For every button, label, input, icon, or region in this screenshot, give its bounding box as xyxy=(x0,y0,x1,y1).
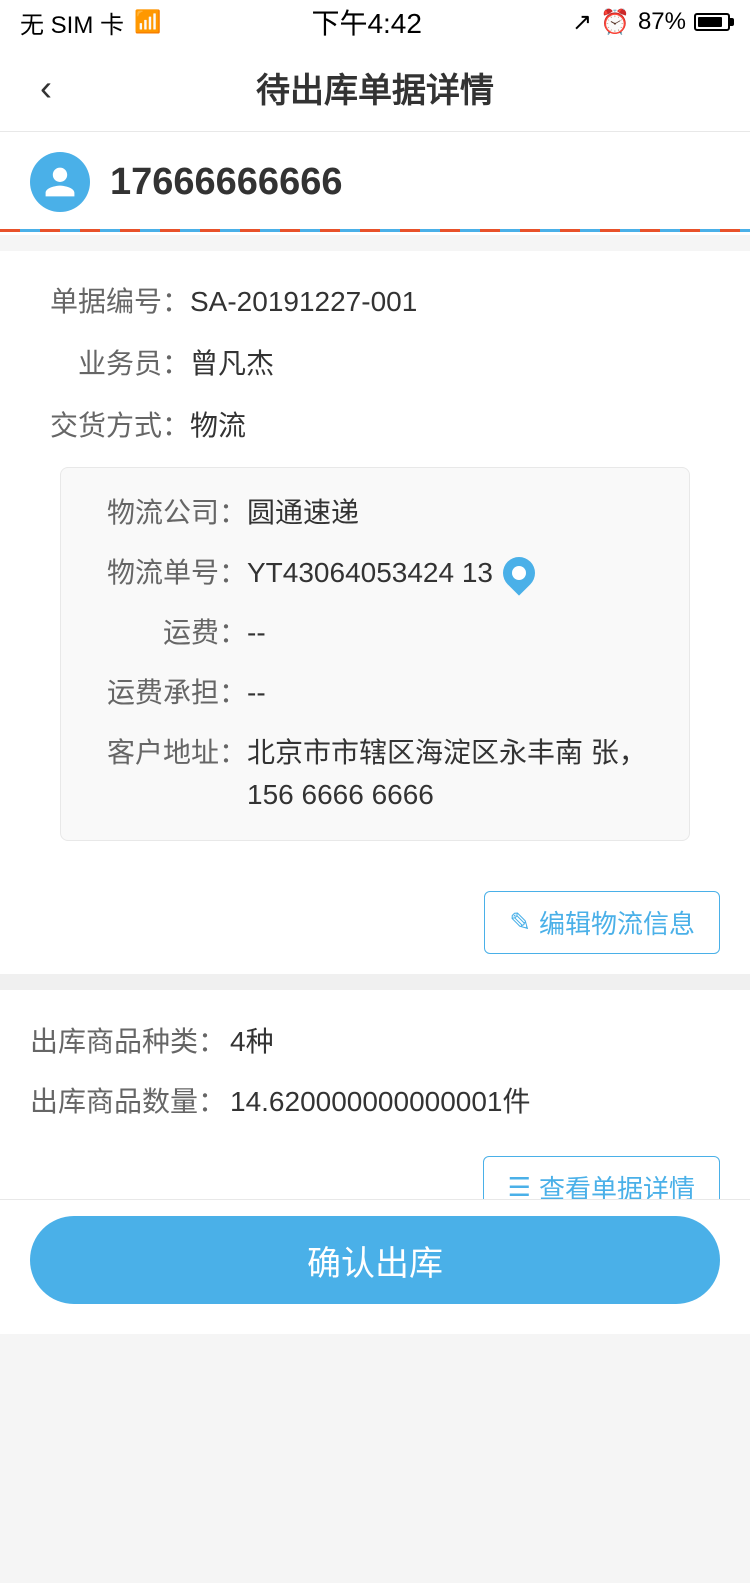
confirm-outbound-label: 确认出库 xyxy=(307,1236,443,1285)
page-title: 待出库单据详情 xyxy=(256,63,494,112)
edit-logistics-button[interactable]: ✎ 编辑物流信息 xyxy=(484,891,720,954)
address-label: 客户地址： xyxy=(87,732,247,774)
status-left: 无 SIM 卡 📶 xyxy=(20,5,161,40)
location-arrow-icon: ↗ xyxy=(572,8,592,37)
goods-quantity-value: 14.620000000000001件 xyxy=(230,1080,531,1120)
edit-logistics-label: 编辑物流信息 xyxy=(539,904,695,941)
separator-1 xyxy=(0,974,750,990)
order-no-value: SA-20191227-001 xyxy=(190,281,720,323)
status-bar: 无 SIM 卡 📶 下午4:42 ↗ ⏰ 87% xyxy=(0,0,750,44)
customer-header: 17666666666 xyxy=(0,132,750,235)
customer-phone: 17666666666 xyxy=(110,161,342,204)
clock-icon: ⏰ xyxy=(600,8,630,37)
logistics-company-label: 物流公司： xyxy=(87,492,247,534)
freight-row: 运费： -- xyxy=(87,612,663,654)
goods-section: 出库商品种类： 4种 出库商品数量： 14.620000000000001件 xyxy=(0,990,750,1140)
freight-label: 运费： xyxy=(87,612,247,654)
freight-value: -- xyxy=(247,612,663,654)
salesman-label: 业务员： xyxy=(30,343,190,385)
avatar xyxy=(30,152,90,212)
order-info-section: 单据编号： SA-20191227-001 业务员： 曾凡杰 交货方式： 物流 … xyxy=(0,251,750,871)
battery-percent: 87% xyxy=(638,8,686,36)
freight-bear-row: 运费承担： -- xyxy=(87,672,663,714)
delivery-label: 交货方式： xyxy=(30,405,190,447)
goods-types-value: 4种 xyxy=(230,1020,274,1060)
tracking-row: 物流单号： YT43064053424 13 xyxy=(87,552,663,594)
tracking-label: 物流单号： xyxy=(87,552,247,594)
wifi-icon: 📶 xyxy=(134,9,161,35)
freight-bear-label: 运费承担： xyxy=(87,672,247,714)
person-icon xyxy=(42,164,78,200)
freight-bear-value: -- xyxy=(247,672,663,714)
tracking-location-icon[interactable] xyxy=(496,550,541,595)
salesman-value: 曾凡杰 xyxy=(190,343,720,385)
bottom-action-area: 确认出库 xyxy=(0,1199,750,1334)
back-button[interactable]: ‹ xyxy=(30,57,62,119)
status-time: 下午4:42 xyxy=(311,2,422,42)
delivery-row: 交货方式： 物流 xyxy=(30,405,720,447)
logistics-company-value: 圆通速递 xyxy=(247,492,663,534)
status-right: ↗ ⏰ 87% xyxy=(572,8,730,37)
nav-bar: ‹ 待出库单据详情 xyxy=(0,44,750,132)
edit-icon: ✎ xyxy=(509,907,531,938)
tracking-value: YT43064053424 13 xyxy=(247,552,663,594)
confirm-outbound-button[interactable]: 确认出库 xyxy=(30,1216,720,1304)
logistics-company-row: 物流公司： 圆通速递 xyxy=(87,492,663,534)
logistics-card: 物流公司： 圆通速递 物流单号： YT43064053424 13 运费： --… xyxy=(60,467,690,841)
goods-quantity-label: 出库商品数量： xyxy=(30,1080,230,1120)
address-value: 北京市市辖区海淀区永丰南 张，156 6666 6666 xyxy=(247,732,663,816)
goods-quantity-row: 出库商品数量： 14.620000000000001件 xyxy=(30,1080,720,1120)
salesman-row: 业务员： 曾凡杰 xyxy=(30,343,720,385)
carrier-label: 无 SIM 卡 xyxy=(20,5,124,40)
order-no-label: 单据编号： xyxy=(30,281,190,323)
goods-types-row: 出库商品种类： 4种 xyxy=(30,1020,720,1060)
order-no-row: 单据编号： SA-20191227-001 xyxy=(30,281,720,323)
address-row: 客户地址： 北京市市辖区海淀区永丰南 张，156 6666 6666 xyxy=(87,732,663,816)
goods-types-label: 出库商品种类： xyxy=(30,1020,230,1060)
delivery-value: 物流 xyxy=(190,405,720,447)
battery-icon xyxy=(694,13,730,31)
edit-logistics-row: ✎ 编辑物流信息 xyxy=(0,871,750,974)
